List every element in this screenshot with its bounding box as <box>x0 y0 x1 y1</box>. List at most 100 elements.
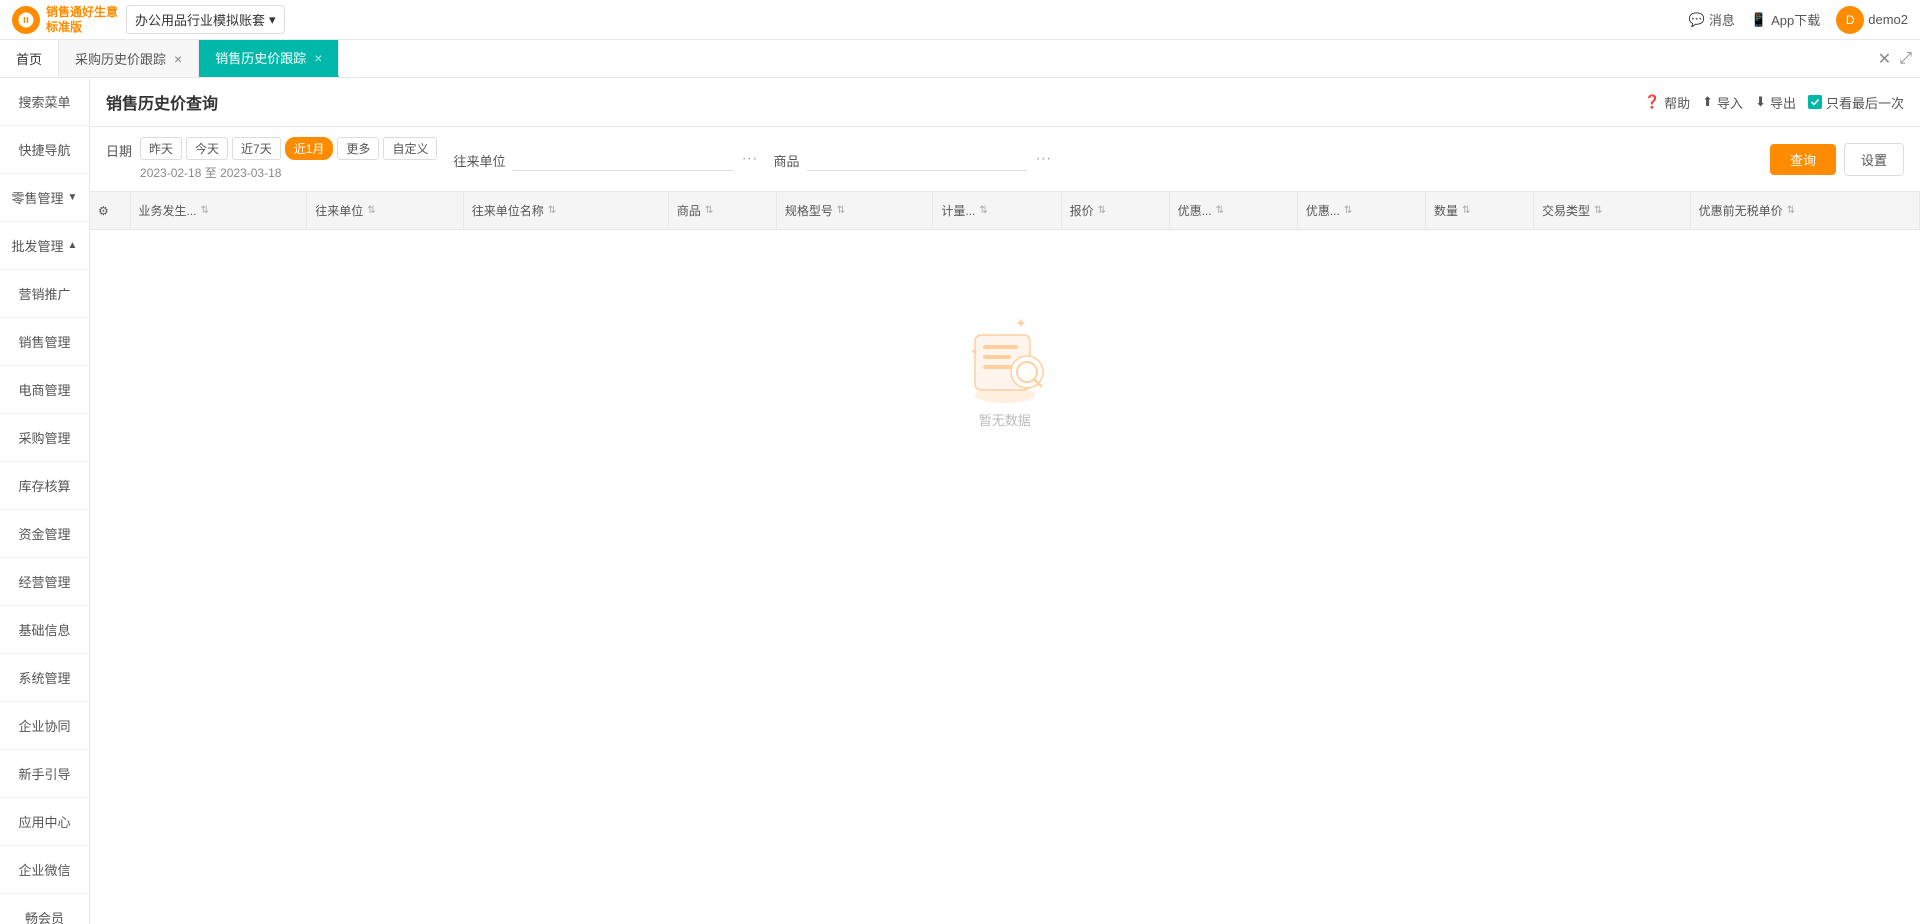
product-input[interactable] <box>807 147 1027 171</box>
partner-lookup-btn[interactable]: ··· <box>741 150 757 168</box>
svg-text:✦: ✦ <box>1015 315 1027 331</box>
sidebar-item-purchase-mgmt[interactable]: 采购管理 <box>0 414 89 462</box>
sidebar-item-guide[interactable]: 新手引导 <box>0 750 89 798</box>
partner-input[interactable] <box>513 147 733 171</box>
logo-text: 销售通好生意 标准版 <box>46 5 118 34</box>
chevron-down-icon: ▼ <box>68 192 78 203</box>
tab-sales-history[interactable]: 销售历史价跟踪 × <box>199 40 339 77</box>
app-download-btn[interactable]: 📱 App下载 <box>1751 10 1820 29</box>
tab-controls: ✕ ⤢ <box>1870 40 1920 77</box>
export-icon: ⬇ <box>1755 94 1766 110</box>
th-pretax-price[interactable]: 优惠前无税单价 ⇅ <box>1690 192 1919 230</box>
main-layout: 搜索菜单 快捷导航 零售管理 ▼ 批发管理 ▲ 营销推广 销售管理 电商管理 采… <box>0 78 1920 924</box>
table-container: ⚙ 业务发生... ⇅ 往来单位 ⇅ <box>90 192 1920 924</box>
account-selector[interactable]: 办公用品行业模拟账套 ▾ <box>126 5 285 34</box>
th-settings[interactable]: ⚙ <box>90 192 130 230</box>
sidebar-item-inventory[interactable]: 库存核算 <box>0 462 89 510</box>
export-btn[interactable]: ⬇ 导出 <box>1755 93 1796 112</box>
top-bar-right: 💬 消息 📱 App下载 D demo2 <box>1689 6 1908 34</box>
date-btn-more[interactable]: 更多 <box>337 137 379 160</box>
tab-purchase-history[interactable]: 采购历史价跟踪 × <box>59 40 199 77</box>
chevron-down-icon: ▾ <box>269 12 276 28</box>
sidebar-item-operations[interactable]: 经营管理 <box>0 558 89 606</box>
sidebar-item-wholesale-mgmt[interactable]: 批发管理 ▲ <box>0 222 89 270</box>
sort-icon: ⇅ <box>1216 205 1224 216</box>
th-unit[interactable]: 计量... ⇅ <box>933 192 1061 230</box>
product-input-group: ··· <box>807 147 1051 171</box>
import-btn[interactable]: ⬆ 导入 <box>1702 93 1743 112</box>
close-window-btn[interactable]: ✕ <box>1878 49 1891 69</box>
message-icon: 💬 <box>1689 12 1705 28</box>
avatar-icon: D <box>1836 6 1864 34</box>
table-body: ✦ ✦ 暂无数据 <box>90 230 1920 510</box>
sort-icon: ⇅ <box>367 205 375 216</box>
sort-icon: ⇅ <box>201 205 209 216</box>
sidebar-item-ecom-mgmt[interactable]: 电商管理 <box>0 366 89 414</box>
empty-text: 暂无数据 <box>979 410 1031 429</box>
tab-close-purchase[interactable]: × <box>174 52 182 66</box>
date-btn-today[interactable]: 今天 <box>186 137 228 160</box>
date-range-text: 2023-02-18 至 2023-03-18 <box>140 164 437 181</box>
sort-icon: ⇅ <box>1098 205 1106 216</box>
filter-product-group: 商品 ··· <box>773 147 1051 171</box>
tab-bar: 首页 采购历史价跟踪 × 销售历史价跟踪 × ✕ ⤢ <box>0 40 1920 78</box>
th-quote[interactable]: 报价 ⇅ <box>1061 192 1169 230</box>
th-partner-name[interactable]: 往来单位名称 ⇅ <box>463 192 668 230</box>
table-head: ⚙ 业务发生... ⇅ 往来单位 ⇅ <box>90 192 1920 230</box>
page-title: 销售历史价查询 <box>106 90 218 114</box>
sidebar-item-corp-wechat[interactable]: 企业微信 <box>0 846 89 894</box>
tab-home[interactable]: 首页 <box>0 40 59 77</box>
sort-icon: ⇅ <box>979 205 987 216</box>
th-trade-type[interactable]: 交易类型 ⇅ <box>1534 192 1691 230</box>
th-partner-code[interactable]: 往来单位 ⇅ <box>307 192 464 230</box>
sort-icon: ⇅ <box>1344 205 1352 216</box>
sidebar-item-sales-mgmt[interactable]: 销售管理 <box>0 318 89 366</box>
query-button[interactable]: 查询 <box>1770 144 1836 175</box>
help-icon: ❓ <box>1644 94 1660 110</box>
product-lookup-btn[interactable]: ··· <box>1035 150 1051 168</box>
date-btn-7days[interactable]: 近7天 <box>232 137 281 160</box>
logo-area: 销售通好生意 标准版 <box>12 5 118 34</box>
help-btn[interactable]: ❓ 帮助 <box>1644 93 1690 112</box>
th-spec[interactable]: 规格型号 ⇅ <box>776 192 933 230</box>
expand-window-btn[interactable]: ⤢ <box>1899 50 1912 68</box>
sidebar-item-enterprise[interactable]: 企业协同 <box>0 702 89 750</box>
date-btn-custom[interactable]: 自定义 <box>383 137 437 160</box>
tab-spacer <box>339 40 1869 77</box>
page-header-actions: ❓ 帮助 ⬆ 导入 ⬇ 导出 只看最后一次 <box>1644 93 1904 112</box>
sidebar-item-membership[interactable]: 畅会员 <box>0 894 89 924</box>
sidebar-item-finance[interactable]: 资金管理 <box>0 510 89 558</box>
only-last-checkbox-label[interactable]: 只看最后一次 <box>1808 93 1904 112</box>
sidebar-item-quick-nav[interactable]: 快捷导航 <box>0 126 89 174</box>
th-discount1[interactable]: 优惠... ⇅ <box>1169 192 1297 230</box>
data-table: ⚙ 业务发生... ⇅ 往来单位 ⇅ <box>90 192 1920 509</box>
date-btn-1month[interactable]: 近1月 <box>285 137 334 160</box>
th-discount2[interactable]: 优惠... ⇅ <box>1297 192 1425 230</box>
date-buttons: 昨天 今天 近7天 近1月 更多 自定义 <box>140 137 437 160</box>
settings-button[interactable]: 设置 <box>1844 143 1904 176</box>
sort-icon: ⇅ <box>1787 205 1795 216</box>
tab-close-sales[interactable]: × <box>314 51 322 65</box>
empty-state-icon: ✦ ✦ <box>955 310 1055 410</box>
content-area: 销售历史价查询 ❓ 帮助 ⬆ 导入 ⬇ 导出 只看 <box>90 78 1920 924</box>
svg-text:✦: ✦ <box>970 347 978 358</box>
logo-icon <box>12 6 40 34</box>
sidebar-item-search-menu[interactable]: 搜索菜单 <box>0 78 89 126</box>
message-btn[interactable]: 💬 消息 <box>1689 10 1735 29</box>
only-last-checkbox[interactable] <box>1808 95 1822 109</box>
sort-icon: ⇅ <box>1594 205 1602 216</box>
th-product[interactable]: 商品 ⇅ <box>668 192 776 230</box>
sidebar-item-marketing[interactable]: 营销推广 <box>0 270 89 318</box>
sidebar-item-app-center[interactable]: 应用中心 <box>0 798 89 846</box>
th-qty[interactable]: 数量 ⇅ <box>1426 192 1534 230</box>
mobile-icon: 📱 <box>1751 12 1767 28</box>
sidebar-item-basic-info[interactable]: 基础信息 <box>0 606 89 654</box>
empty-state: ✦ ✦ 暂无数据 <box>90 230 1920 509</box>
th-biz-date[interactable]: 业务发生... ⇅ <box>130 192 307 230</box>
user-avatar[interactable]: D demo2 <box>1836 6 1908 34</box>
top-bar: 销售通好生意 标准版 办公用品行业模拟账套 ▾ 💬 消息 📱 App下载 D d… <box>0 0 1920 40</box>
sidebar-item-system-mgmt[interactable]: 系统管理 <box>0 654 89 702</box>
date-btn-yesterday[interactable]: 昨天 <box>140 137 182 160</box>
date-options: 昨天 今天 近7天 近1月 更多 自定义 2023-02-18 至 2023-0… <box>140 137 437 181</box>
sidebar-item-retail-mgmt[interactable]: 零售管理 ▼ <box>0 174 89 222</box>
